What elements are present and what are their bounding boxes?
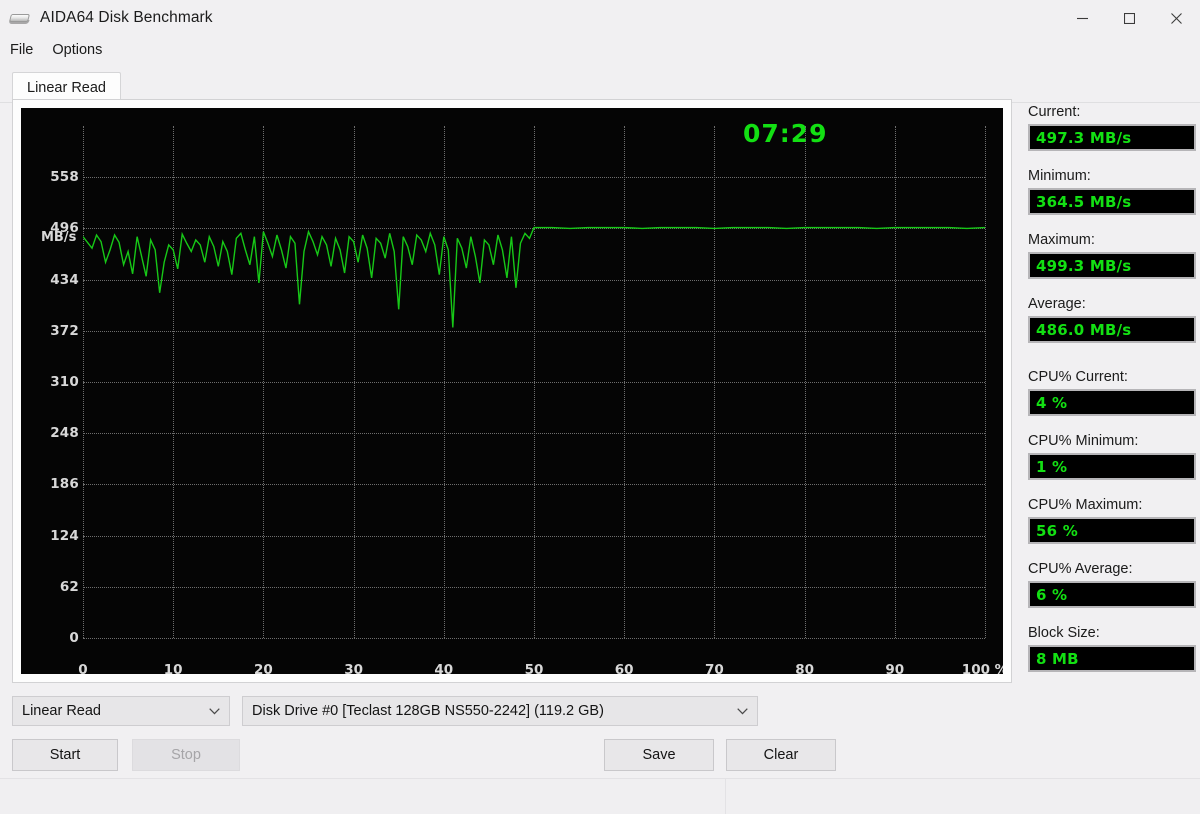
y-tick-label-4: 248 <box>50 425 79 442</box>
y-tick-label-3: 186 <box>50 476 79 493</box>
stat-value-box-3: 486.0 MB/s <box>1028 316 1196 343</box>
gridline-v-10 <box>985 126 986 638</box>
x-tick-label-10: 100 % <box>961 662 1003 674</box>
stat-value-box-6: 56 % <box>1028 517 1196 544</box>
stat-value-box-0: 497.3 MB/s <box>1028 124 1196 151</box>
disk-benchmark-window: AIDA64 Disk Benchmark File Options Linea… <box>0 0 1200 814</box>
test-type-select[interactable]: Linear Read <box>12 696 230 726</box>
stat-value-3: 486.0 MB/s <box>1036 320 1132 339</box>
x-tick-label-3: 30 <box>344 662 363 674</box>
stat-value-8: 8 MB <box>1036 649 1079 668</box>
status-bar-divider <box>725 779 726 814</box>
stat-value-1: 364.5 MB/s <box>1036 192 1132 211</box>
x-tick-label-5: 50 <box>524 662 544 674</box>
x-tick-label-7: 70 <box>704 662 724 674</box>
stats-panel: Current: 497.3 MB/s Minimum: 364.5 MB/s Maxi… <box>1028 104 1196 689</box>
x-tick-label-8: 80 <box>795 662 814 674</box>
stat-label-5: CPU% Minimum: <box>1028 433 1139 449</box>
stat-label-0: Current: <box>1028 104 1081 120</box>
minimize-icon[interactable] <box>1059 0 1106 36</box>
stat-value-0: 497.3 MB/s <box>1036 128 1132 147</box>
stat-value-box-5: 1 % <box>1028 453 1196 480</box>
status-bar <box>0 778 1200 814</box>
read-speed-trace <box>83 226 985 328</box>
stat-value-box-2: 499.3 MB/s <box>1028 252 1196 279</box>
menu-bar: File Options <box>0 36 1200 64</box>
y-tick-label-9: 558 <box>50 169 79 186</box>
stat-label-7: CPU% Average: <box>1028 561 1133 577</box>
window-controls <box>1059 0 1200 36</box>
drive-select[interactable]: Disk Drive #0 [Teclast 128GB NS550-2242]… <box>242 696 758 726</box>
stat-value-box-1: 364.5 MB/s <box>1028 188 1196 215</box>
stat-label-4: CPU% Current: <box>1028 369 1128 385</box>
stat-label-1: Minimum: <box>1028 168 1091 184</box>
chart-plot-area: 0 62 124 186 248 310 372 434 496 558 0 10 20 30 40 50 60… <box>50 126 1003 674</box>
gridline-h-0 <box>83 638 985 639</box>
stat-label-2: Maximum: <box>1028 232 1095 248</box>
maximize-icon[interactable] <box>1106 0 1153 36</box>
stat-value-7: 6 % <box>1036 585 1068 604</box>
stat-value-box-8: 8 MB <box>1028 645 1196 672</box>
y-tick-label-6: 372 <box>50 322 79 339</box>
x-tick-label-0: 0 <box>78 662 88 674</box>
x-tick-label-2: 20 <box>253 662 273 674</box>
drive-select-value: Disk Drive #0 [Teclast 128GB NS550-2242]… <box>252 703 604 719</box>
disk-drive-icon <box>8 10 31 26</box>
y-tick-label-1: 62 <box>59 578 79 595</box>
chevron-down-icon <box>199 707 229 715</box>
stat-gap-3 <box>1028 360 1196 369</box>
window-title: AIDA64 Disk Benchmark <box>40 9 213 26</box>
stat-label-6: CPU% Maximum: <box>1028 497 1143 513</box>
y-tick-label-0: 0 <box>69 630 79 646</box>
stat-value-4: 4 % <box>1036 393 1068 412</box>
y-tick-label-7: 434 <box>50 271 79 288</box>
stat-label-3: Average: <box>1028 296 1086 312</box>
x-tick-label-9: 90 <box>885 662 905 674</box>
save-button[interactable]: Save <box>604 739 714 771</box>
menu-item-options[interactable]: Options <box>43 39 111 61</box>
clear-button[interactable]: Clear <box>726 739 836 771</box>
stat-value-2: 499.3 MB/s <box>1036 256 1132 275</box>
start-button[interactable]: Start <box>12 739 118 771</box>
benchmark-chart: MB/s 07:29 0 62 124 186 248 310 372 434 496 558 0 1… <box>21 108 1003 674</box>
title-bar: AIDA64 Disk Benchmark <box>0 0 1200 36</box>
stop-button[interactable]: Stop <box>132 739 240 771</box>
stat-label-8: Block Size: <box>1028 625 1100 641</box>
menu-item-file[interactable]: File <box>1 39 42 61</box>
x-tick-label-1: 10 <box>163 662 183 674</box>
stat-value-5: 1 % <box>1036 457 1068 476</box>
close-icon[interactable] <box>1153 0 1200 36</box>
x-tick-label-4: 40 <box>434 662 454 674</box>
stat-value-box-7: 6 % <box>1028 581 1196 608</box>
chevron-down-icon <box>727 707 757 715</box>
x-tick-label-6: 60 <box>614 662 634 674</box>
test-type-value: Linear Read <box>22 703 101 719</box>
chart-panel: MB/s 07:29 0 62 124 186 248 310 372 434 496 558 0 1… <box>12 99 1012 683</box>
stat-value-6: 56 % <box>1036 521 1078 540</box>
y-tick-label-5: 310 <box>50 374 79 390</box>
y-tick-label-2: 124 <box>50 527 79 544</box>
y-tick-label-8: 496 <box>50 220 79 237</box>
stat-value-box-4: 4 % <box>1028 389 1196 416</box>
